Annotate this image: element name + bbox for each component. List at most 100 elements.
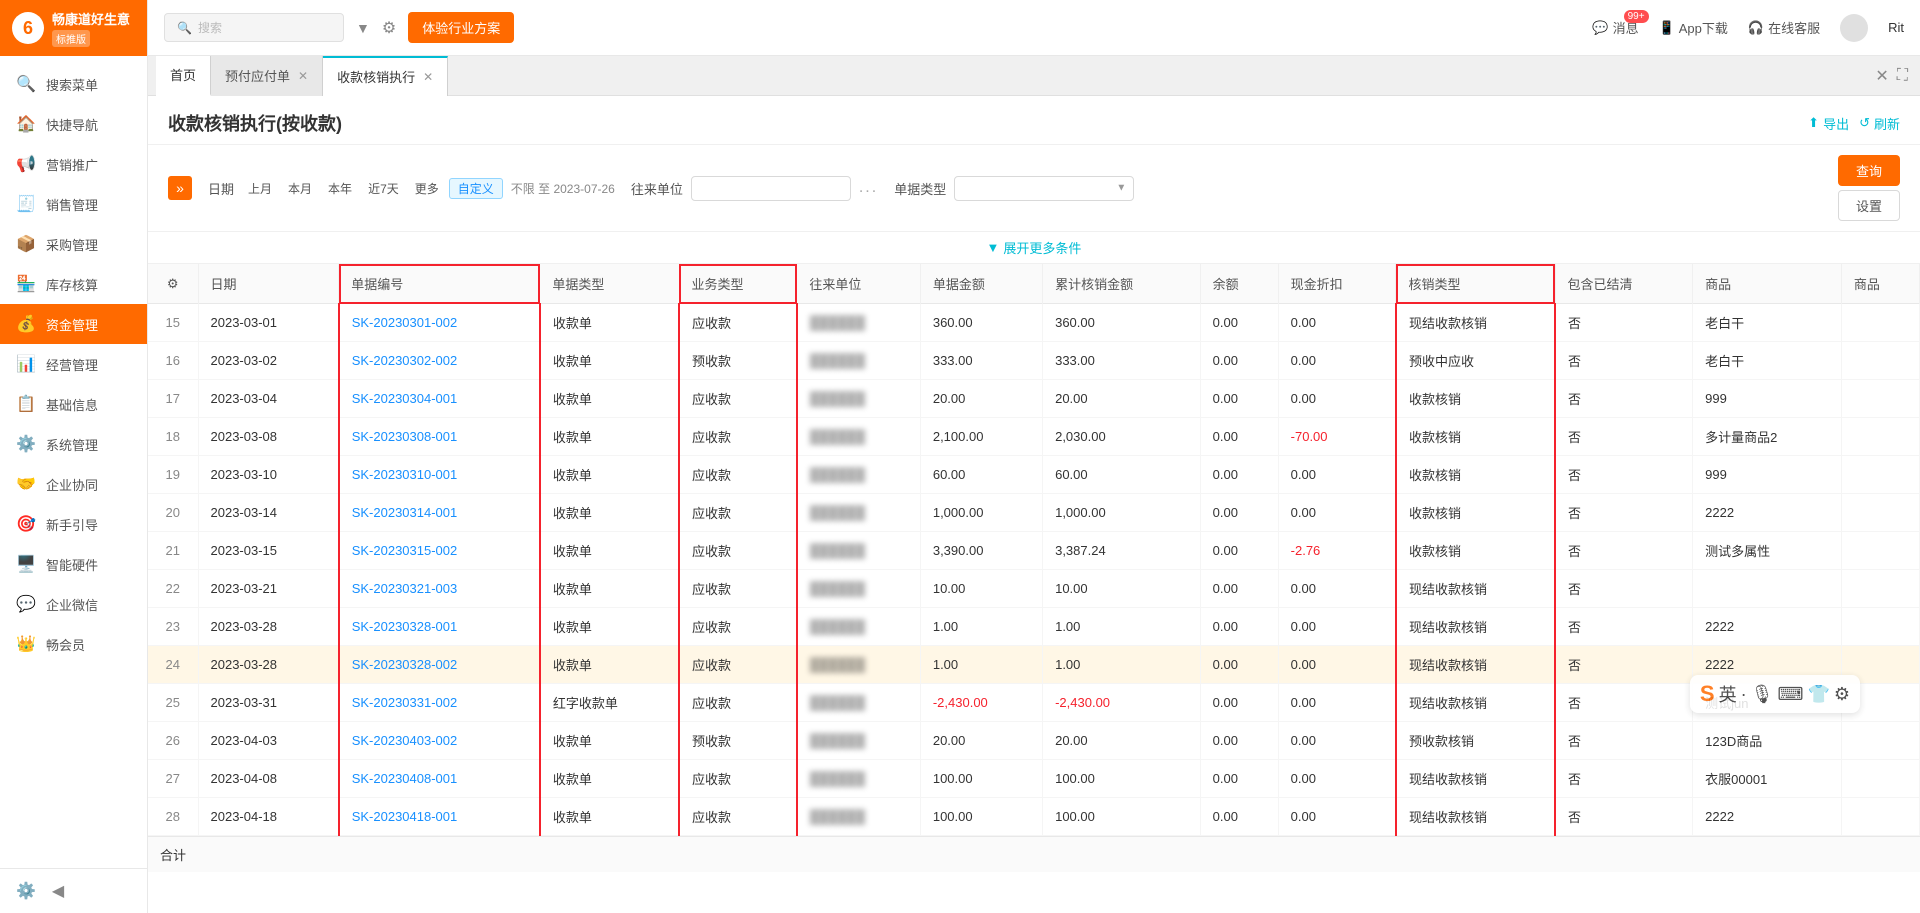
- collapse-icon[interactable]: ◀: [52, 881, 64, 901]
- settings-bottom-icon[interactable]: ⚙️: [16, 881, 36, 901]
- cell-bill-no[interactable]: SK-20230328-002: [339, 646, 540, 684]
- cell-bill-no[interactable]: SK-20230308-001: [339, 418, 540, 456]
- cell-bill-type: 收款单: [540, 304, 679, 342]
- settings-button[interactable]: 设置: [1838, 190, 1900, 221]
- maximize-icon[interactable]: ⛶: [1897, 67, 1908, 85]
- cell-partner: ██████: [797, 532, 921, 570]
- tabbar: 首页 预付应付单 ✕ 收款核销执行 ✕ ✕ ⛶: [148, 56, 1920, 96]
- sidebar-item-guide[interactable]: 🎯 新手引导: [0, 504, 147, 544]
- topbar-gear-icon[interactable]: ⚙: [382, 18, 396, 38]
- query-button[interactable]: 查询: [1838, 155, 1900, 186]
- close-window-icon[interactable]: ✕: [1875, 66, 1888, 86]
- cell-bill-no[interactable]: SK-20230408-001: [339, 760, 540, 798]
- sidebar-item-hardware[interactable]: 🖥️ 智能硬件: [0, 544, 147, 584]
- cell-balance: 0.00: [1200, 646, 1278, 684]
- tab-collection-exec[interactable]: 收款核销执行 ✕: [323, 56, 448, 96]
- cell-bill-no[interactable]: SK-20230304-001: [339, 380, 540, 418]
- sidebar-item-quick-nav[interactable]: 🏠 快捷导航: [0, 104, 147, 144]
- filter-toggle-button[interactable]: »: [168, 176, 192, 200]
- cell-seq: 27: [148, 760, 198, 798]
- cell-include-settled: 否: [1555, 380, 1693, 418]
- cell-cash-discount: 0.00: [1278, 646, 1396, 684]
- cell-verified-amount: 2,030.00: [1043, 418, 1201, 456]
- refresh-button[interactable]: ↺ 刷新: [1859, 114, 1900, 133]
- app-download-btn[interactable]: 📱 App下载: [1659, 18, 1728, 37]
- filter-dots[interactable]: ...: [859, 179, 878, 197]
- cell-bill-no[interactable]: SK-20230403-002: [339, 722, 540, 760]
- cell-verify-type: 现结收款核销: [1396, 684, 1555, 722]
- sidebar-item-member[interactable]: 👑 畅会员: [0, 624, 147, 664]
- cell-goods2: [1841, 456, 1919, 494]
- expand-filter-button[interactable]: ▼ 展开更多条件: [987, 238, 1082, 257]
- filter-more[interactable]: 更多: [409, 178, 445, 199]
- cell-include-settled: 否: [1555, 418, 1693, 456]
- table-container[interactable]: ⚙ 日期 单据编号 单据类型 业务类型 往来单位 单据金额 累计核销金额 余额 …: [148, 264, 1920, 913]
- cell-balance: 0.00: [1200, 608, 1278, 646]
- cell-date: 2023-04-18: [198, 798, 339, 836]
- sidebar-item-system[interactable]: ⚙️ 系统管理: [0, 424, 147, 464]
- cell-seq: 22: [148, 570, 198, 608]
- avatar[interactable]: [1840, 14, 1868, 42]
- col-goods2: 商品: [1841, 264, 1919, 304]
- sidebar-item-inventory[interactable]: 🏪 库存核算: [0, 264, 147, 304]
- cell-bill-no[interactable]: SK-20230331-002: [339, 684, 540, 722]
- sidebar-item-purchase[interactable]: 📦 采购管理: [0, 224, 147, 264]
- cell-biz-type: 应收款: [679, 684, 797, 722]
- cell-seq: 18: [148, 418, 198, 456]
- sidebar-item-sales[interactable]: 🧾 销售管理: [0, 184, 147, 224]
- filter-this-year[interactable]: 本年: [322, 178, 358, 199]
- partner-input[interactable]: [691, 176, 851, 201]
- cell-cash-discount: 0.00: [1278, 380, 1396, 418]
- col-verified-amount: 累计核销金额: [1043, 264, 1201, 304]
- cell-balance: 0.00: [1200, 342, 1278, 380]
- cell-bill-no[interactable]: SK-20230328-001: [339, 608, 540, 646]
- sidebar-item-enterprise[interactable]: 🤝 企业协同: [0, 464, 147, 504]
- cell-goods2: [1841, 532, 1919, 570]
- table-row: 232023-03-28SK-20230328-001收款单应收款██████1…: [148, 608, 1920, 646]
- tab-prepayment[interactable]: 预付应付单 ✕: [211, 56, 323, 96]
- cell-seq: 21: [148, 532, 198, 570]
- filter-this-month[interactable]: 本月: [282, 178, 318, 199]
- cell-biz-type: 预收款: [679, 342, 797, 380]
- cell-balance: 0.00: [1200, 532, 1278, 570]
- cell-bill-no[interactable]: SK-20230418-001: [339, 798, 540, 836]
- messages-btn[interactable]: 💬 消息 99+: [1592, 18, 1638, 37]
- collection-exec-tab-close[interactable]: ✕: [423, 70, 433, 84]
- cell-include-settled: 否: [1555, 798, 1693, 836]
- filter-custom-button[interactable]: 自定义: [449, 178, 503, 199]
- solution-button[interactable]: 体验行业方案: [408, 12, 514, 43]
- cell-bill-amount: 100.00: [920, 760, 1042, 798]
- bill-type-select[interactable]: [954, 176, 1134, 201]
- sidebar-item-base[interactable]: 📋 基础信息: [0, 384, 147, 424]
- data-table: ⚙ 日期 单据编号 单据类型 业务类型 往来单位 单据金额 累计核销金额 余额 …: [148, 264, 1920, 836]
- sidebar-item-wechat[interactable]: 💬 企业微信: [0, 584, 147, 624]
- cell-bill-amount: 333.00: [920, 342, 1042, 380]
- cell-bill-no[interactable]: SK-20230314-001: [339, 494, 540, 532]
- topbar-dropdown-icon[interactable]: ▼: [356, 20, 370, 36]
- cell-bill-no[interactable]: SK-20230302-002: [339, 342, 540, 380]
- cell-partner: ██████: [797, 760, 921, 798]
- filter-last-month[interactable]: 上月: [242, 178, 278, 199]
- col-partner: 往来单位: [797, 264, 921, 304]
- cell-bill-no[interactable]: SK-20230301-002: [339, 304, 540, 342]
- sidebar-item-operation[interactable]: 📊 经营管理: [0, 344, 147, 384]
- cell-bill-type: 收款单: [540, 798, 679, 836]
- sidebar-item-search-menu[interactable]: 🔍 搜索菜单: [0, 64, 147, 104]
- collection-exec-tab-label: 收款核销执行: [337, 67, 415, 86]
- cell-cash-discount: 0.00: [1278, 342, 1396, 380]
- prepayment-tab-close[interactable]: ✕: [298, 69, 308, 83]
- tab-home[interactable]: 首页: [156, 56, 211, 96]
- cell-date: 2023-03-02: [198, 342, 339, 380]
- cell-bill-no[interactable]: SK-20230310-001: [339, 456, 540, 494]
- online-service-btn[interactable]: 🎧 在线客服: [1748, 18, 1820, 37]
- cell-verified-amount: 360.00: [1043, 304, 1201, 342]
- sidebar-item-marketing[interactable]: 📢 营销推广: [0, 144, 147, 184]
- cell-bill-amount: 3,390.00: [920, 532, 1042, 570]
- sidebar-item-finance[interactable]: 💰 资金管理: [0, 304, 147, 344]
- topbar-search[interactable]: 🔍 搜索: [164, 13, 344, 42]
- export-button[interactable]: ⬆ 导出: [1808, 114, 1849, 133]
- filter-7days[interactable]: 近7天: [362, 178, 405, 199]
- cell-seq: 25: [148, 684, 198, 722]
- cell-bill-no[interactable]: SK-20230321-003: [339, 570, 540, 608]
- cell-bill-no[interactable]: SK-20230315-002: [339, 532, 540, 570]
